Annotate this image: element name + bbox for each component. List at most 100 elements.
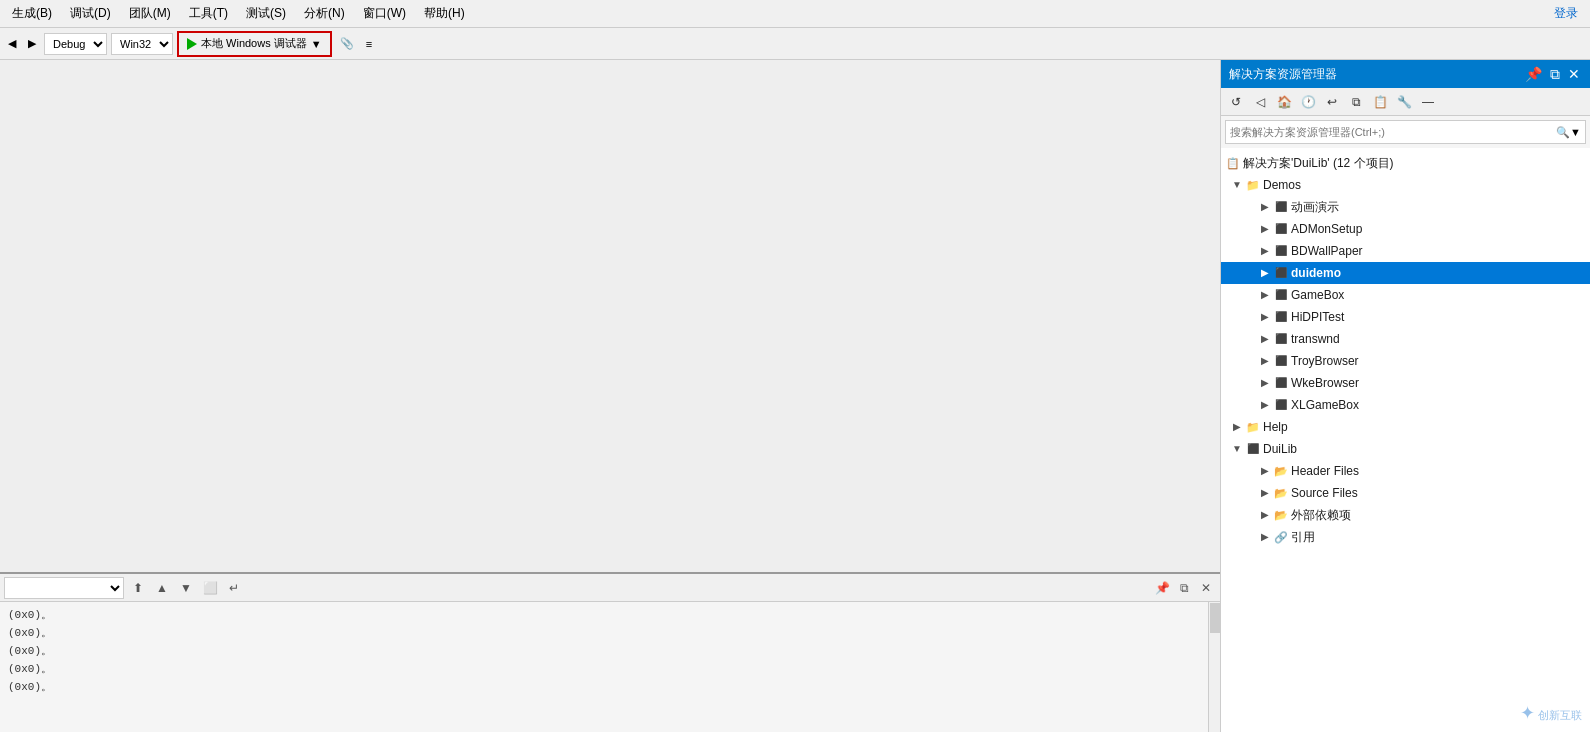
admon-arrow[interactable]: ▶	[1257, 221, 1273, 237]
donghua-arrow[interactable]: ▶	[1257, 199, 1273, 215]
bottom-right-controls: 📌 ⧉ ✕	[1152, 578, 1216, 598]
hidpi-arrow[interactable]: ▶	[1257, 309, 1273, 325]
menu-build[interactable]: 生成(B)	[4, 3, 60, 24]
output-source-select[interactable]	[4, 577, 124, 599]
solution-icon: 📋	[1225, 155, 1241, 171]
toolbar-extra[interactable]: ≡	[362, 36, 376, 52]
sidebar-hist-btn[interactable]: 🕐	[1297, 91, 1319, 113]
output-area: (0x0)。 (0x0)。 (0x0)。 (0x0)。 (0x0)。	[0, 602, 1220, 732]
back-button[interactable]: ◀	[4, 35, 20, 52]
menu-analyze[interactable]: 分析(N)	[296, 3, 353, 24]
bottom-wrap-btn[interactable]: ↵	[224, 578, 244, 598]
tree-label-gamebox: GameBox	[1291, 285, 1344, 305]
bd-arrow[interactable]: ▶	[1257, 243, 1273, 259]
game-icon: ⬛	[1273, 287, 1289, 303]
tree-item-donghua[interactable]: ▶ ⬛ 动画演示	[1221, 196, 1590, 218]
tree-item-troybrowser[interactable]: ▶ ⬛ TroyBrowser	[1221, 350, 1590, 372]
menu-test[interactable]: 测试(S)	[238, 3, 294, 24]
ref-icon: 🔗	[1273, 529, 1289, 545]
tree-item-duilib[interactable]: ▼ ⬛ DuiLib	[1221, 438, 1590, 460]
tree-item-hidpitest[interactable]: ▶ ⬛ HiDPITest	[1221, 306, 1590, 328]
debug-config-select[interactable]: Debug	[44, 33, 107, 55]
trans-icon: ⬛	[1273, 331, 1289, 347]
tree-label-duilib: DuiLib	[1263, 439, 1297, 459]
bottom-pin-btn[interactable]: 📌	[1152, 578, 1172, 598]
run-label: 本地 Windows 调试器	[201, 36, 307, 51]
forward-button[interactable]: ▶	[24, 35, 40, 52]
attach-button[interactable]: 📎	[336, 35, 358, 52]
bottom-prev-btn[interactable]: ⬆	[128, 578, 148, 598]
sidebar-prop-btn[interactable]: —	[1417, 91, 1439, 113]
sidebar-header-controls: 📌 ⧉ ✕	[1523, 66, 1582, 83]
platform-select[interactable]: Win32	[111, 33, 173, 55]
sidebar-close-btn[interactable]: ✕	[1566, 66, 1582, 82]
sidebar-dock-btn[interactable]: ⧉	[1548, 66, 1562, 83]
sidebar-pin-btn[interactable]: 📌	[1523, 66, 1544, 82]
duilib-arrow[interactable]: ▼	[1229, 441, 1245, 457]
source-arrow[interactable]: ▶	[1257, 485, 1273, 501]
sidebar-refresh-btn[interactable]: ↺	[1225, 91, 1247, 113]
tree-item-admonsetup[interactable]: ▶ ⬛ ADMonSetup	[1221, 218, 1590, 240]
menu-debug[interactable]: 调试(D)	[62, 3, 119, 24]
menu-tools[interactable]: 工具(T)	[181, 3, 236, 24]
menu-team[interactable]: 团队(M)	[121, 3, 179, 24]
tree-item-demos[interactable]: ▼ 📁 Demos	[1221, 174, 1590, 196]
extern-arrow[interactable]: ▶	[1257, 507, 1273, 523]
bottom-close-btn[interactable]: ✕	[1196, 578, 1216, 598]
trans-arrow[interactable]: ▶	[1257, 331, 1273, 347]
header-arrow[interactable]: ▶	[1257, 463, 1273, 479]
tree-label-xlgamebox: XLGameBox	[1291, 395, 1359, 415]
editor-area	[0, 60, 1220, 572]
duilib-icon: ⬛	[1245, 441, 1261, 457]
troy-arrow[interactable]: ▶	[1257, 353, 1273, 369]
wke-arrow[interactable]: ▶	[1257, 375, 1273, 391]
solution-explorer: 解决方案资源管理器 📌 ⧉ ✕ ↺ ◁ 🏠 🕐 ↩ ⧉ 📋 🔧 — 🔍 ▼	[1220, 60, 1590, 732]
bottom-clear-btn[interactable]: ⬜	[200, 578, 220, 598]
sidebar-settings-btn[interactable]: 🔧	[1393, 91, 1415, 113]
output-line: (0x0)。	[8, 642, 1212, 660]
tree-item-externaldep[interactable]: ▶ 📂 外部依赖项	[1221, 504, 1590, 526]
tree-label-bdwallpaper: BDWallPaper	[1291, 241, 1363, 261]
menu-window[interactable]: 窗口(W)	[355, 3, 414, 24]
run-debugger-button[interactable]: 本地 Windows 调试器 ▼	[177, 31, 332, 57]
search-input[interactable]	[1230, 126, 1556, 138]
main-area: ⬆ ▲ ▼ ⬜ ↵ 📌 ⧉ ✕ (0x0)。 (0x0)。 (0x0)。 (0x…	[0, 60, 1590, 732]
sidebar-nav-btn[interactable]: ◁	[1249, 91, 1271, 113]
tree-label-externaldep: 外部依赖项	[1291, 505, 1351, 525]
help-arrow[interactable]: ▶	[1229, 419, 1245, 435]
tree-item-duidemo[interactable]: ▶ ⬛ duidemo	[1221, 262, 1590, 284]
tree-item-wkebrowser[interactable]: ▶ ⬛ WkeBrowser	[1221, 372, 1590, 394]
extern-icon: 📂	[1273, 507, 1289, 523]
tree-item-references[interactable]: ▶ 🔗 引用	[1221, 526, 1590, 548]
sidebar-undo-btn[interactable]: ↩	[1321, 91, 1343, 113]
tree-item-headerfiles[interactable]: ▶ 📂 Header Files	[1221, 460, 1590, 482]
wke-icon: ⬛	[1273, 375, 1289, 391]
donghua-icon: ⬛	[1273, 199, 1289, 215]
duidemo-arrow[interactable]: ▶	[1257, 265, 1273, 281]
output-scrollbar[interactable]	[1208, 602, 1220, 732]
bottom-down-btn[interactable]: ▼	[176, 578, 196, 598]
xl-arrow[interactable]: ▶	[1257, 397, 1273, 413]
tree-item-gamebox[interactable]: ▶ ⬛ GameBox	[1221, 284, 1590, 306]
tree-item-solution[interactable]: 📋 解决方案'DuiLib' (12 个项目)	[1221, 152, 1590, 174]
bottom-up-btn[interactable]: ▲	[152, 578, 172, 598]
tree-item-transwnd[interactable]: ▶ ⬛ transwnd	[1221, 328, 1590, 350]
tree-label-help: Help	[1263, 417, 1288, 437]
tree-item-sourcefiles[interactable]: ▶ 📂 Source Files	[1221, 482, 1590, 504]
tree-item-xlgamebox[interactable]: ▶ ⬛ XLGameBox	[1221, 394, 1590, 416]
sidebar-copy-btn[interactable]: ⧉	[1345, 91, 1367, 113]
login-button[interactable]: 登录	[1546, 3, 1586, 24]
sidebar-toolbar: ↺ ◁ 🏠 🕐 ↩ ⧉ 📋 🔧 —	[1221, 88, 1590, 116]
demos-arrow[interactable]: ▼	[1229, 177, 1245, 193]
tree-item-bdwallpaper[interactable]: ▶ ⬛ BDWallPaper	[1221, 240, 1590, 262]
tree-item-help[interactable]: ▶ 📁 Help	[1221, 416, 1590, 438]
game-arrow[interactable]: ▶	[1257, 287, 1273, 303]
bottom-float-btn[interactable]: ⧉	[1174, 578, 1194, 598]
sidebar-header: 解决方案资源管理器 📌 ⧉ ✕	[1221, 60, 1590, 88]
sidebar-paste-btn[interactable]: 📋	[1369, 91, 1391, 113]
search-box[interactable]: 🔍 ▼	[1225, 120, 1586, 144]
output-line: (0x0)。	[8, 678, 1212, 696]
ref-arrow[interactable]: ▶	[1257, 529, 1273, 545]
menu-help[interactable]: 帮助(H)	[416, 3, 473, 24]
sidebar-home-btn[interactable]: 🏠	[1273, 91, 1295, 113]
